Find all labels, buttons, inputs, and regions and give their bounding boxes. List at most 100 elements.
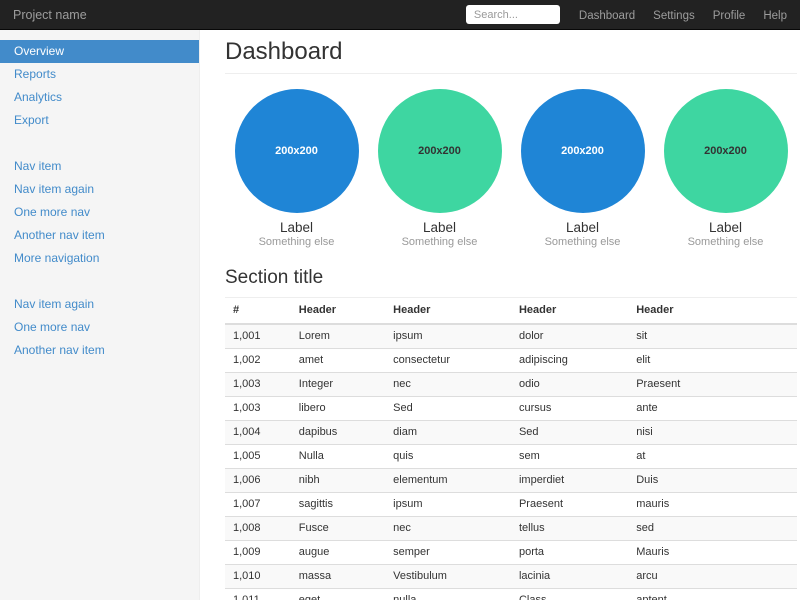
table-cell: odio bbox=[511, 373, 628, 397]
sidebar-list-item: One more nav bbox=[0, 201, 199, 224]
sidebar-item-nav-item-again[interactable]: Nav item again bbox=[0, 293, 199, 316]
sidebar-item-nav-item-again[interactable]: Nav item again bbox=[0, 178, 199, 201]
search-input[interactable] bbox=[466, 5, 560, 24]
navbar-right: DashboardSettingsProfileHelp bbox=[466, 5, 787, 24]
table-cell: Fusce bbox=[291, 517, 385, 541]
table-header-cell: Header bbox=[385, 298, 511, 324]
table-header-cell: # bbox=[225, 298, 291, 324]
table-header-cell: Header bbox=[628, 298, 797, 324]
table-cell: nec bbox=[385, 373, 511, 397]
placeholder-label: Label bbox=[654, 220, 797, 235]
page-title: Dashboard bbox=[225, 39, 797, 74]
table-cell: dolor bbox=[511, 324, 628, 349]
placeholder-circle-image: 200x200 bbox=[664, 89, 788, 213]
table-row: 1,010massaVestibulumlaciniaarcu bbox=[225, 565, 797, 589]
sidebar-item-export[interactable]: Export bbox=[0, 109, 199, 132]
table-cell: tellus bbox=[511, 517, 628, 541]
table-cell: Praesent bbox=[511, 493, 628, 517]
table-cell: Sed bbox=[385, 397, 511, 421]
sidebar-list-item: Analytics bbox=[0, 86, 199, 109]
table-cell: arcu bbox=[628, 565, 797, 589]
sidebar-list-item: Another nav item bbox=[0, 224, 199, 247]
table-cell: Vestibulum bbox=[385, 565, 511, 589]
table-cell: imperdiet bbox=[511, 469, 628, 493]
placeholder-label: Label bbox=[511, 220, 654, 235]
table-cell: adipiscing bbox=[511, 349, 628, 373]
table-row: 1,006nibhelementumimperdietDuis bbox=[225, 469, 797, 493]
nav-link-settings[interactable]: Settings bbox=[644, 10, 704, 22]
sidebar-group-2: Nav itemNav item againOne more navAnothe… bbox=[0, 155, 199, 270]
table-cell: ipsum bbox=[385, 324, 511, 349]
table-row: 1,009auguesemperportaMauris bbox=[225, 541, 797, 565]
placeholder-card: 200x200 LabelSomething else bbox=[654, 89, 797, 248]
table-cell: diam bbox=[385, 421, 511, 445]
table-row: 1,008Fuscenectellussed bbox=[225, 517, 797, 541]
table-cell: sagittis bbox=[291, 493, 385, 517]
section-title: Section title bbox=[225, 267, 797, 298]
placeholder-sublabel: Something else bbox=[511, 236, 654, 248]
table-cell: 1,006 bbox=[225, 469, 291, 493]
navbar-links: DashboardSettingsProfileHelp bbox=[570, 6, 787, 24]
table-cell: eget bbox=[291, 589, 385, 600]
placeholder-card: 200x200LabelSomething else bbox=[511, 89, 654, 248]
table-cell: 1,003 bbox=[225, 373, 291, 397]
table-row: 1,005Nullaquissemat bbox=[225, 445, 797, 469]
table-cell: Sed bbox=[511, 421, 628, 445]
nav-link-profile[interactable]: Profile bbox=[704, 10, 755, 22]
sidebar-item-one-more-nav[interactable]: One more nav bbox=[0, 316, 199, 339]
top-navbar: Project name DashboardSettingsProfileHel… bbox=[0, 0, 800, 30]
table-cell: 1,011 bbox=[225, 589, 291, 600]
table-cell: at bbox=[628, 445, 797, 469]
sidebar-item-one-more-nav[interactable]: One more nav bbox=[0, 201, 199, 224]
table-cell: Class bbox=[511, 589, 628, 600]
placeholder-card: 200x200LabelSomething else bbox=[368, 89, 511, 248]
placeholder-sublabel: Something else bbox=[368, 236, 511, 248]
sidebar-item-analytics[interactable]: Analytics bbox=[0, 86, 199, 109]
nav-link-help[interactable]: Help bbox=[754, 10, 787, 22]
placeholder-sublabel: Something else bbox=[225, 236, 368, 248]
placeholder-label: Label bbox=[225, 220, 368, 235]
placeholder-card: 200x200 LabelSomething else bbox=[225, 89, 368, 248]
table-row: 1,001Loremipsumdolorsit bbox=[225, 324, 797, 349]
sidebar-list-item: Nav item bbox=[0, 155, 199, 178]
table-cell: massa bbox=[291, 565, 385, 589]
placeholder-sublabel: Something else bbox=[654, 236, 797, 248]
placeholder-label: Label bbox=[368, 220, 511, 235]
sidebar-item-reports[interactable]: Reports bbox=[0, 63, 199, 86]
table-cell: elementum bbox=[385, 469, 511, 493]
table-cell: aptent bbox=[628, 589, 797, 600]
table-cell: amet bbox=[291, 349, 385, 373]
brand[interactable]: Project name bbox=[13, 8, 87, 22]
sidebar-list-item: Nav item again bbox=[0, 293, 199, 316]
table-cell: ipsum bbox=[385, 493, 511, 517]
sidebar-list-item: Nav item again bbox=[0, 178, 199, 201]
table-cell: augue bbox=[291, 541, 385, 565]
table-cell: porta bbox=[511, 541, 628, 565]
sidebar-item-more-navigation[interactable]: More navigation bbox=[0, 247, 199, 270]
sidebar-item-another-nav-item[interactable]: Another nav item bbox=[0, 339, 199, 362]
table-cell: 1,001 bbox=[225, 324, 291, 349]
sidebar-list-item: One more nav bbox=[0, 316, 199, 339]
table-cell: Duis bbox=[628, 469, 797, 493]
sidebar-list-item: Export bbox=[0, 109, 199, 132]
sidebar-list-item: Overview bbox=[0, 40, 199, 63]
table-cell: cursus bbox=[511, 397, 628, 421]
table-cell: sed bbox=[628, 517, 797, 541]
table-cell: Praesent bbox=[628, 373, 797, 397]
table-cell: 1,010 bbox=[225, 565, 291, 589]
sidebar-list-item: More navigation bbox=[0, 247, 199, 270]
table-cell: 1,003 bbox=[225, 397, 291, 421]
sidebar-list-item: Reports bbox=[0, 63, 199, 86]
table-header-row: #HeaderHeaderHeaderHeader bbox=[225, 298, 797, 324]
sidebar-item-another-nav-item[interactable]: Another nav item bbox=[0, 224, 199, 247]
table-cell: ante bbox=[628, 397, 797, 421]
sidebar-item-overview[interactable]: Overview bbox=[0, 40, 199, 63]
table-cell: Lorem bbox=[291, 324, 385, 349]
table-cell: nibh bbox=[291, 469, 385, 493]
sidebar-item-nav-item[interactable]: Nav item bbox=[0, 155, 199, 178]
table-row: 1,004dapibusdiamSednisi bbox=[225, 421, 797, 445]
table-cell: Mauris bbox=[628, 541, 797, 565]
sidebar-list-item: Another nav item bbox=[0, 339, 199, 362]
placeholder-circle-image: 200x200 bbox=[235, 89, 359, 213]
nav-link-dashboard[interactable]: Dashboard bbox=[570, 10, 644, 22]
